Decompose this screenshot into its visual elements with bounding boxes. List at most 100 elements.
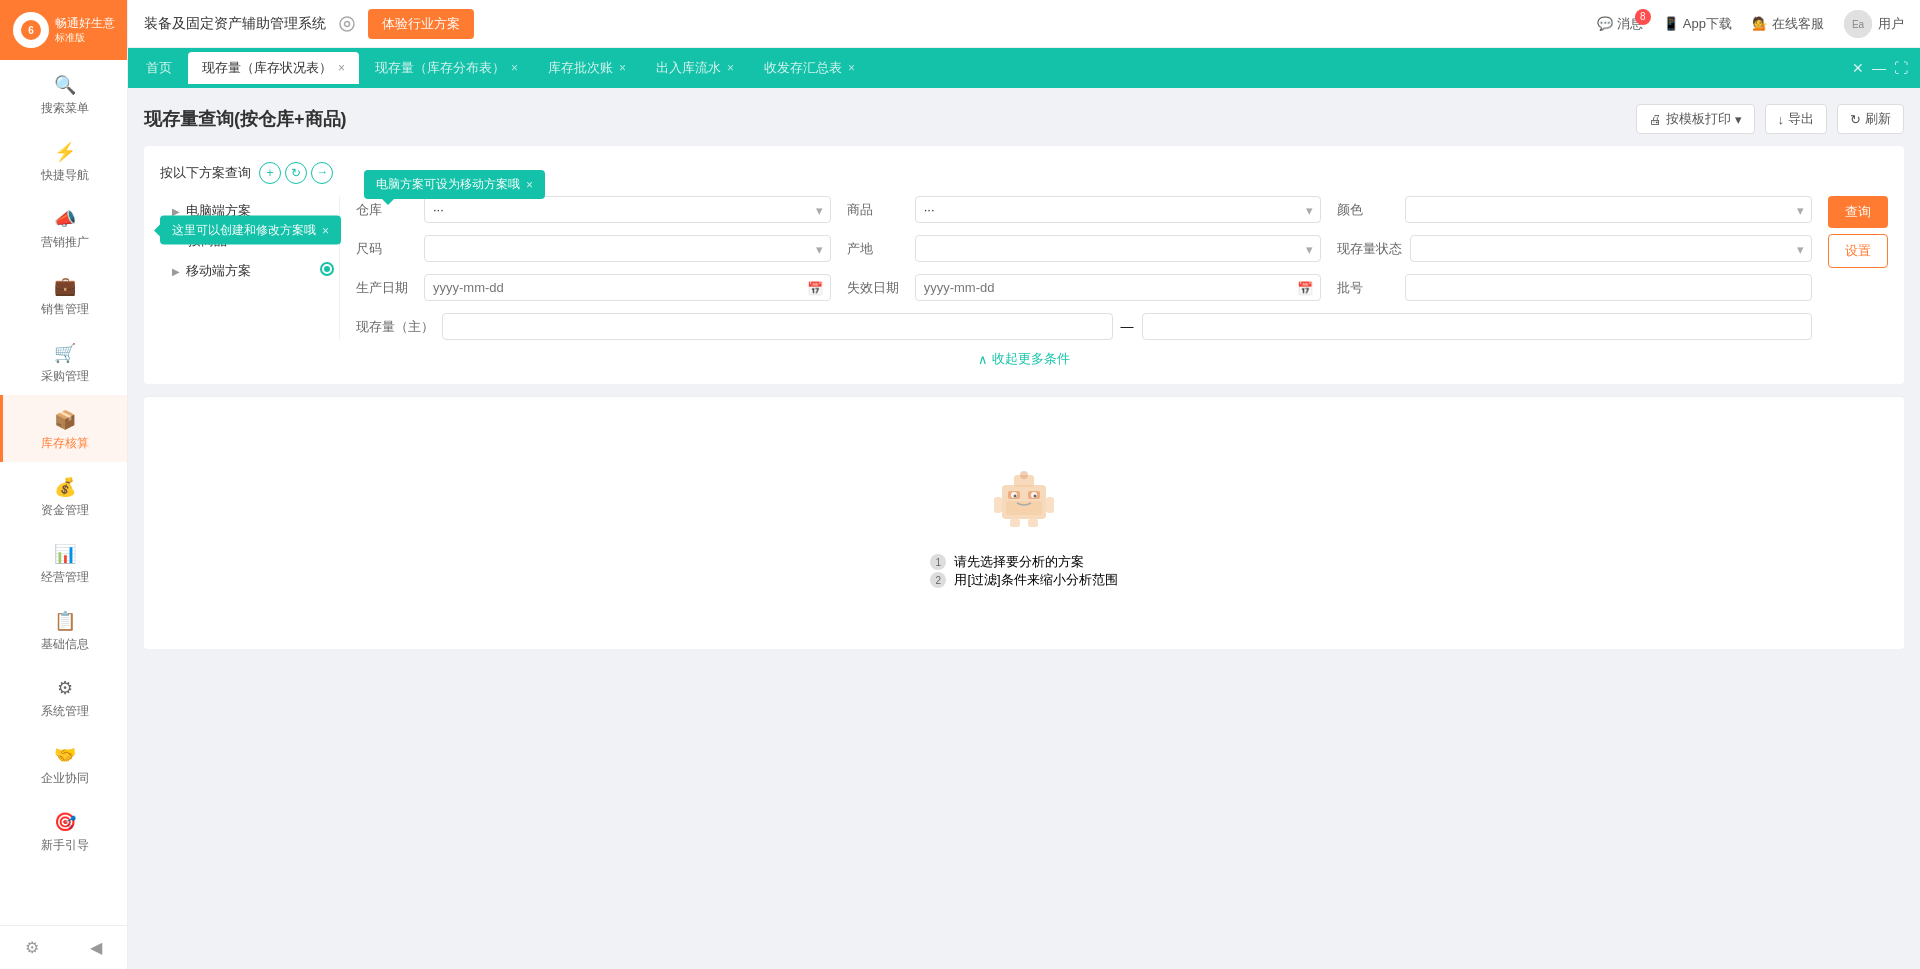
warehouse-select[interactable]: ··· [424, 196, 831, 223]
color-select-wrap: ▾ [1405, 196, 1812, 223]
collapse-more-button[interactable]: ∧ 收起更多条件 [160, 350, 1888, 368]
notification-button[interactable]: 💬 消息 8 [1597, 15, 1643, 33]
origin-select[interactable] [915, 235, 1322, 262]
filter-field-batch: 批号 [1337, 274, 1812, 301]
tab-close-inout[interactable]: × [727, 61, 734, 75]
tab-close-inv-dist[interactable]: × [511, 61, 518, 75]
tab-home[interactable]: 首页 [132, 52, 186, 84]
filter-actions: + ↻ ← [259, 162, 333, 184]
inv-qty-from-input[interactable] [442, 313, 1113, 340]
tab-close-all-button[interactable]: ✕ [1852, 60, 1864, 76]
empty-tip-1: 1 请先选择要分析的方案 [930, 553, 1117, 571]
sidebar-item-sales[interactable]: 💼 销售管理 [0, 261, 127, 328]
guide-icon: 🎯 [54, 811, 76, 833]
tab-batch[interactable]: 库存批次账 × [534, 52, 640, 84]
sidebar-item-system[interactable]: ⚙ 系统管理 [0, 663, 127, 730]
size-select-wrap: ▾ [424, 235, 831, 262]
topbar-left: 装备及固定资产辅助管理系统 体验行业方案 [144, 9, 474, 39]
collapse-label: 收起更多条件 [992, 350, 1070, 368]
range-separator: — [1121, 319, 1134, 334]
collapse-button[interactable]: ◀ [90, 938, 102, 957]
page-title: 现存量查询(按仓库+商品) [144, 107, 347, 131]
finance-icon: 💰 [54, 476, 76, 498]
filter-body: 这里可以创建和修改方案哦 × ▶ 电脑端方案 按商品 [160, 196, 1888, 340]
expire-date-wrap: 📅 [915, 274, 1322, 301]
tip-num-1: 1 [930, 554, 946, 570]
svg-rect-14 [1010, 519, 1020, 527]
tooltip-text-1: 电脑方案可设为移动方案哦 [376, 176, 520, 193]
system-icon: ⚙ [57, 677, 73, 699]
avatar: Ea [1844, 10, 1872, 38]
sidebar-item-label: 系统管理 [41, 703, 89, 720]
tab-collect[interactable]: 收发存汇总表 × [750, 52, 869, 84]
settings-icon[interactable] [338, 15, 356, 33]
tab-close-batch[interactable]: × [619, 61, 626, 75]
search-icon: 🔍 [54, 74, 76, 96]
tab-minimize-button[interactable]: — [1872, 60, 1886, 76]
sidebar-item-purchase[interactable]: 🛒 采购管理 [0, 328, 127, 395]
tab-close-inv-status[interactable]: × [338, 61, 345, 75]
sidebar-item-basic[interactable]: 📋 基础信息 [0, 596, 127, 663]
inv-status-select[interactable] [1410, 235, 1812, 262]
svg-rect-12 [994, 497, 1002, 513]
batch-input[interactable] [1405, 274, 1812, 301]
tab-maximize-button[interactable]: ⛶ [1894, 60, 1908, 76]
goods-select[interactable]: ··· [915, 196, 1322, 223]
reset-button[interactable]: 设置 [1828, 234, 1888, 268]
add-scheme-button[interactable]: + [259, 162, 281, 184]
industry-solution-button[interactable]: 体验行业方案 [368, 9, 474, 39]
sidebar: 6 畅通好生意 标准版 🔍 搜索菜单 ⚡ 快捷导航 📣 营销推广 💼 销售管理 … [0, 0, 128, 969]
svg-point-3 [345, 21, 350, 26]
tabbar: 首页 现存量（库存状况表） × 现存量（库存分布表） × 库存批次账 × 出入库… [128, 48, 1920, 88]
svg-point-2 [340, 17, 354, 31]
tooltip-2-close[interactable]: × [322, 223, 329, 237]
user-label: 用户 [1878, 15, 1904, 33]
tooltip-1-close[interactable]: × [526, 178, 533, 192]
sidebar-item-inventory[interactable]: 📦 库存核算 [0, 395, 127, 462]
empty-tips: 1 请先选择要分析的方案 2 用[过滤]条件来缩小分析范围 [930, 553, 1117, 589]
tab-inout-label: 出入库流水 [656, 59, 721, 77]
query-button[interactable]: 查询 [1828, 196, 1888, 228]
online-service-button[interactable]: 💁 在线客服 [1752, 15, 1824, 33]
prod-date-input[interactable] [424, 274, 831, 301]
expire-date-input[interactable] [915, 274, 1322, 301]
svg-point-19 [1034, 495, 1037, 498]
tree-item-mobile[interactable]: ▶ 移动端方案 [160, 256, 331, 286]
filter-field-prod-date: 生产日期 📅 [356, 274, 831, 301]
sidebar-item-label: 新手引导 [41, 837, 89, 854]
sidebar-item-label: 销售管理 [41, 301, 89, 318]
svg-text:6: 6 [28, 25, 34, 36]
export-button[interactable]: ↓ 导出 [1765, 104, 1828, 134]
logo-badge: 标准版 [55, 31, 115, 45]
sidebar-item-enterprise[interactable]: 🤝 企业协同 [0, 730, 127, 797]
settings-button[interactable]: ⚙ [25, 938, 39, 957]
export-icon: ↓ [1778, 112, 1785, 127]
sidebar-item-finance[interactable]: 💰 资金管理 [0, 462, 127, 529]
filter-panel: 按以下方案查询 + ↻ ← 电脑方案可设为移动方案哦 × 这 [144, 146, 1904, 384]
sidebar-item-search[interactable]: 🔍 搜索菜单 [0, 60, 127, 127]
sidebar-item-operation[interactable]: 📊 经营管理 [0, 529, 127, 596]
sidebar-item-marketing[interactable]: 📣 营销推广 [0, 194, 127, 261]
tip-text-1: 请先选择要分析的方案 [954, 553, 1084, 571]
back-scheme-button[interactable]: ← [311, 162, 333, 184]
tab-close-collect[interactable]: × [848, 61, 855, 75]
sidebar-item-guide[interactable]: 🎯 新手引导 [0, 797, 127, 864]
sidebar-item-quick[interactable]: ⚡ 快捷导航 [0, 127, 127, 194]
content-area: 现存量查询(按仓库+商品) 🖨 按模板打印 ▾ ↓ 导出 ↻ 刷新 [128, 88, 1920, 969]
print-button[interactable]: 🖨 按模板打印 ▾ [1636, 104, 1755, 134]
filter-field-inv-status: 现存量状态 ▾ [1337, 235, 1812, 262]
color-select[interactable] [1405, 196, 1812, 223]
svg-point-18 [1014, 495, 1017, 498]
size-select[interactable] [424, 235, 831, 262]
tab-action-btns: ✕ — ⛶ [1852, 60, 1916, 76]
inv-qty-to-input[interactable] [1142, 313, 1813, 340]
user-area[interactable]: Ea 用户 [1844, 10, 1904, 38]
tab-inv-dist[interactable]: 现存量（库存分布表） × [361, 52, 532, 84]
enterprise-icon: 🤝 [54, 744, 76, 766]
app-download-button[interactable]: 📱 App下载 [1663, 15, 1732, 33]
tab-inv-status[interactable]: 现存量（库存状况表） × [188, 52, 359, 84]
system-title: 装备及固定资产辅助管理系统 [144, 15, 326, 33]
refresh-scheme-button[interactable]: ↻ [285, 162, 307, 184]
refresh-button[interactable]: ↻ 刷新 [1837, 104, 1904, 134]
tab-inout[interactable]: 出入库流水 × [642, 52, 748, 84]
